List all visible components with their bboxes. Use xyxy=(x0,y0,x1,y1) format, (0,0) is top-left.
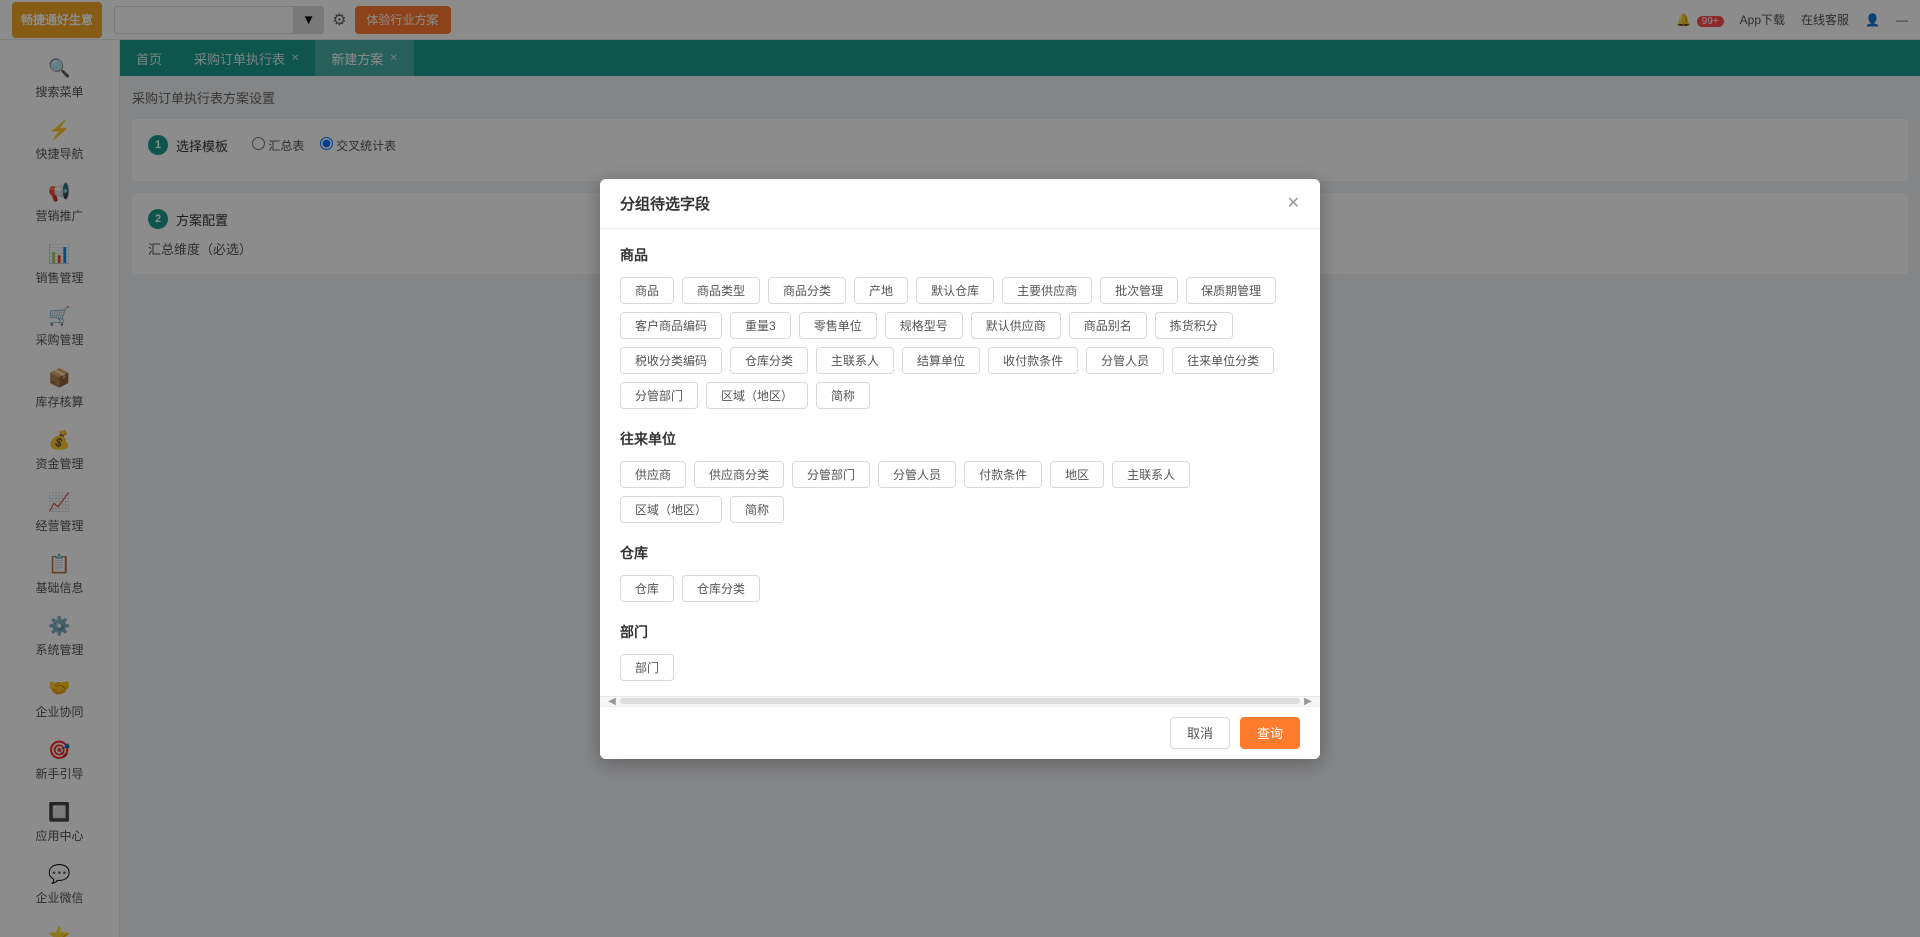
hscroll-track xyxy=(620,698,1300,704)
section-warehouse-title: 仓库 xyxy=(620,543,1300,563)
field-tag-pay-terms[interactable]: 付款条件 xyxy=(964,461,1042,488)
field-tag-partner-person[interactable]: 分管人员 xyxy=(878,461,956,488)
field-tag-short-name[interactable]: 简称 xyxy=(816,382,870,409)
field-tag-goods-category[interactable]: 商品分类 xyxy=(768,277,846,304)
field-tag-weight3[interactable]: 重量3 xyxy=(730,312,791,339)
field-tag-pick-points[interactable]: 拣货积分 xyxy=(1155,312,1233,339)
field-tag-warehouse-category[interactable]: 仓库分类 xyxy=(730,347,808,374)
field-tag-dept-mgmt[interactable]: 分管部门 xyxy=(620,382,698,409)
hscroll-right[interactable]: ▶ xyxy=(1300,698,1316,704)
field-tag-region[interactable]: 区域（地区） xyxy=(706,382,808,409)
modal-hscroll[interactable]: ◀ ▶ xyxy=(600,696,1320,706)
section-dept-title: 部门 xyxy=(620,622,1300,642)
cancel-button[interactable]: 取消 xyxy=(1170,717,1230,749)
field-tag-partner-dept[interactable]: 分管部门 xyxy=(792,461,870,488)
hscroll-left[interactable]: ◀ xyxy=(604,698,620,704)
field-tag-batch-mgmt[interactable]: 批次管理 xyxy=(1100,277,1178,304)
field-tag-payment-terms[interactable]: 收付款条件 xyxy=(988,347,1078,374)
modal-title: 分组待选字段 xyxy=(620,193,710,214)
section-goods-tags: 商品 商品类型 商品分类 产地 默认仓库 主要供应商 批次管理 保质期管理 客户… xyxy=(620,277,1300,409)
field-tag-origin[interactable]: 产地 xyxy=(854,277,908,304)
modal-overlay: 分组待选字段 ✕ 商品 商品 商品类型 商品分类 产地 默认仓库 主要供应商 批… xyxy=(0,0,1920,937)
field-tag-default-supplier[interactable]: 默认供应商 xyxy=(971,312,1061,339)
field-tag-supplier-category[interactable]: 供应商分类 xyxy=(694,461,784,488)
modal-header: 分组待选字段 ✕ xyxy=(600,179,1320,229)
field-tag-goods-alias[interactable]: 商品别名 xyxy=(1069,312,1147,339)
section-dept: 部门 部门 xyxy=(620,622,1300,681)
field-tag-tax-code[interactable]: 税收分类编码 xyxy=(620,347,722,374)
modal-footer: 取消 查询 xyxy=(600,706,1320,759)
field-tag-partner-short[interactable]: 简称 xyxy=(730,496,784,523)
modal-close-icon[interactable]: ✕ xyxy=(1287,193,1300,213)
field-tag-partner-contact[interactable]: 主联系人 xyxy=(1112,461,1190,488)
section-warehouse-tags: 仓库 仓库分类 xyxy=(620,575,1300,602)
section-goods-title: 商品 xyxy=(620,245,1300,265)
modal-body: 商品 商品 商品类型 商品分类 产地 默认仓库 主要供应商 批次管理 保质期管理… xyxy=(600,229,1320,696)
field-tag-retail-unit[interactable]: 零售单位 xyxy=(799,312,877,339)
field-select-modal: 分组待选字段 ✕ 商品 商品 商品类型 商品分类 产地 默认仓库 主要供应商 批… xyxy=(600,179,1320,759)
field-tag-customer-code[interactable]: 客户商品编码 xyxy=(620,312,722,339)
section-goods: 商品 商品 商品类型 商品分类 产地 默认仓库 主要供应商 批次管理 保质期管理… xyxy=(620,245,1300,409)
field-tag-shelf-life[interactable]: 保质期管理 xyxy=(1186,277,1276,304)
section-partner-title: 往来单位 xyxy=(620,429,1300,449)
field-tag-supervisor[interactable]: 分管人员 xyxy=(1086,347,1164,374)
field-tag-settlement-unit[interactable]: 结算单位 xyxy=(902,347,980,374)
field-tag-spec-model[interactable]: 规格型号 xyxy=(885,312,963,339)
confirm-button[interactable]: 查询 xyxy=(1240,717,1300,749)
field-tag-goods-type[interactable]: 商品类型 xyxy=(682,277,760,304)
section-partner: 往来单位 供应商 供应商分类 分管部门 分管人员 付款条件 地区 主联系人 区域… xyxy=(620,429,1300,523)
field-tag-dept[interactable]: 部门 xyxy=(620,654,674,681)
field-tag-partner-region[interactable]: 区域（地区） xyxy=(620,496,722,523)
field-tag-main-contact[interactable]: 主联系人 xyxy=(816,347,894,374)
section-partner-tags: 供应商 供应商分类 分管部门 分管人员 付款条件 地区 主联系人 区域（地区） … xyxy=(620,461,1300,523)
field-tag-main-supplier[interactable]: 主要供应商 xyxy=(1002,277,1092,304)
section-warehouse: 仓库 仓库 仓库分类 xyxy=(620,543,1300,602)
field-tag-default-warehouse[interactable]: 默认仓库 xyxy=(916,277,994,304)
field-tag-area[interactable]: 地区 xyxy=(1050,461,1104,488)
field-tag-goods[interactable]: 商品 xyxy=(620,277,674,304)
section-dept-tags: 部门 xyxy=(620,654,1300,681)
field-tag-supplier[interactable]: 供应商 xyxy=(620,461,686,488)
field-tag-wh-category[interactable]: 仓库分类 xyxy=(682,575,760,602)
field-tag-partner-category[interactable]: 往来单位分类 xyxy=(1172,347,1274,374)
field-tag-warehouse[interactable]: 仓库 xyxy=(620,575,674,602)
